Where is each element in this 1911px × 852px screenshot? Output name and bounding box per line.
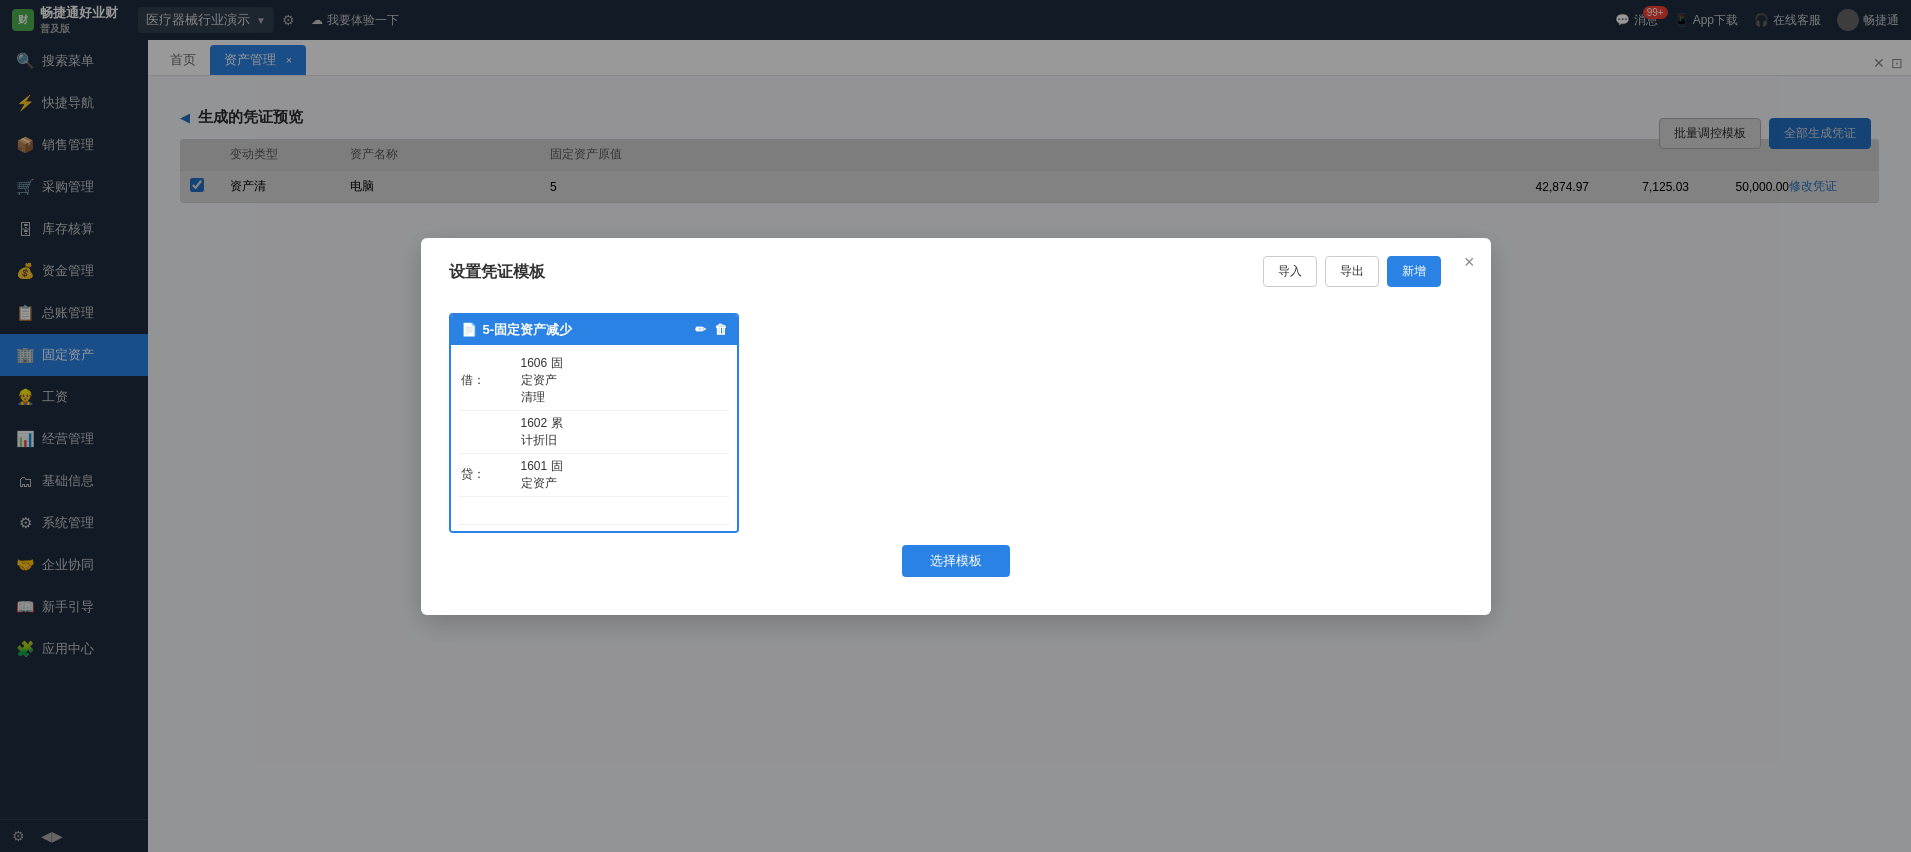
template-entry-2: 1602 累计折旧 <box>459 411 729 454</box>
template-card-title: 5-固定资产减少 <box>483 321 573 339</box>
modal-close-button[interactable]: × <box>1464 252 1475 273</box>
new-template-button[interactable]: 新增 <box>1387 256 1441 287</box>
template-doc-icon: 📄 <box>461 322 477 337</box>
template-card-body: 借： 1606 固定资产清理 1602 累计折旧 <box>451 345 737 531</box>
entry-account-3: 1601 固定资产 <box>521 458 567 492</box>
import-button[interactable]: 导入 <box>1263 256 1317 287</box>
page-content: ◀ 生成的凭证预览 批量调控模板 全部生成凭证 变动类型 资产名称 固定资产原值 <box>148 76 1911 852</box>
modal-actions: 导入 导出 新增 <box>1263 256 1441 287</box>
modal-overlay: × 设置凭证模板 导入 导出 新增 📄 5-固定资产减少 <box>148 76 1911 852</box>
entry-account-1: 1606 固定资产清理 <box>521 355 567 406</box>
content-area: 首页 资产管理 × ✕ ⊡ ◀ 生成的凭证预览 批 <box>148 40 1911 852</box>
set-template-modal: × 设置凭证模板 导入 导出 新增 📄 5-固定资产减少 <box>421 238 1491 615</box>
template-card-header: 📄 5-固定资产减少 ✏ 🗑 <box>451 315 737 345</box>
main-layout: 🔍 搜索菜单 ⚡ 快捷导航 📦 销售管理 🛒 采购管理 🗄 库存核算 💰 资金管… <box>0 40 1911 852</box>
template-entry-empty <box>459 497 729 525</box>
template-delete-icon[interactable]: 🗑 <box>714 322 727 337</box>
template-entry-3: 贷： 1601 固定资产 <box>459 454 729 497</box>
template-list: 📄 5-固定资产减少 ✏ 🗑 <box>449 303 1463 591</box>
entry-direction-3: 贷： <box>461 466 521 483</box>
entry-account-2: 1602 累计折旧 <box>521 415 567 449</box>
template-card[interactable]: 📄 5-固定资产减少 ✏ 🗑 <box>449 313 739 533</box>
select-template-button[interactable]: 选择模板 <box>902 545 1010 577</box>
entry-direction-1: 借： <box>461 372 521 389</box>
template-card-actions: ✏ 🗑 <box>695 322 727 337</box>
template-entry-1: 借： 1606 固定资产清理 <box>459 351 729 411</box>
export-button[interactable]: 导出 <box>1325 256 1379 287</box>
template-edit-icon[interactable]: ✏ <box>695 322 706 337</box>
